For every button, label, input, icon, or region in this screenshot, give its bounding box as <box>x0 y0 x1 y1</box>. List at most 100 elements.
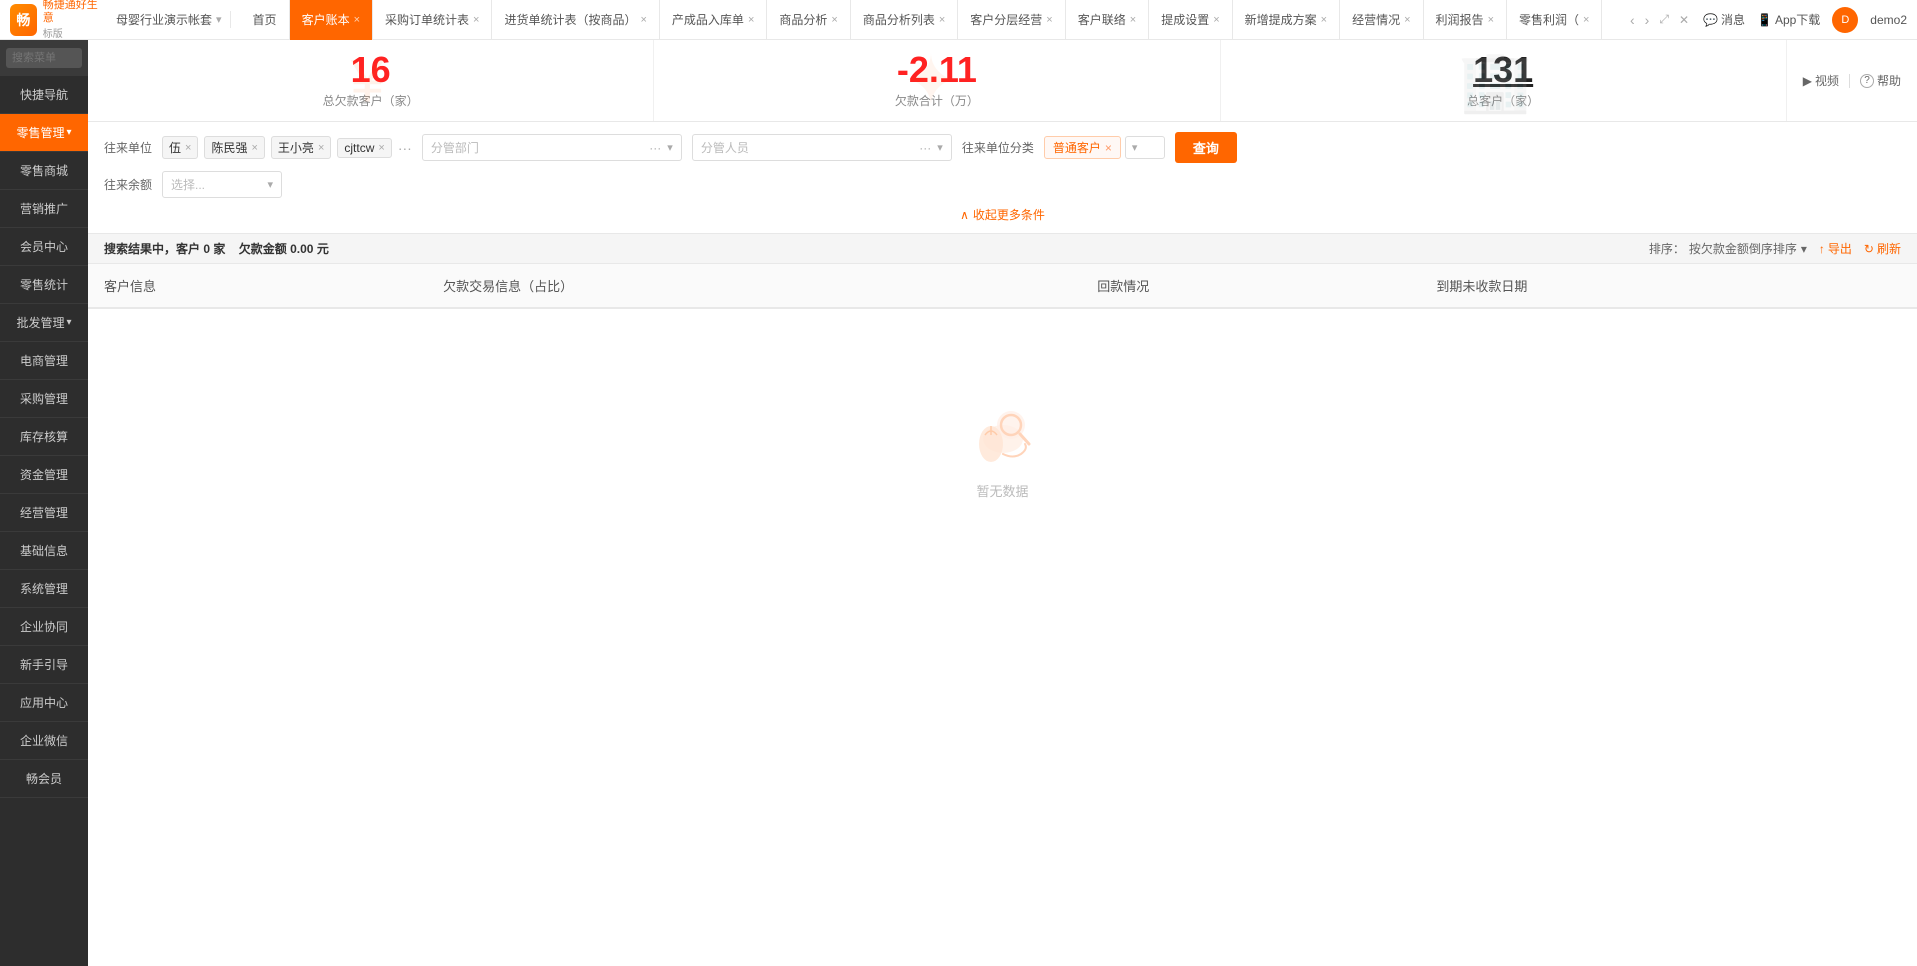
sidebar-item-label-enterprise_wechat: 企业微信 <box>20 734 68 748</box>
top-nav-tab-product_list_analysis[interactable]: 商品分析列表× <box>851 0 958 40</box>
top-bar: 畅 畅捷通好生意 标版 母婴行业演示帐套 ▾ 首页客户账本×采购订单统计表×进货… <box>0 0 1917 40</box>
app-download-btn[interactable]: 📱 App下载 <box>1757 11 1820 28</box>
tab-close-all-btn[interactable]: ✕ <box>1675 11 1693 29</box>
filter-tag-wu-text: 伍 <box>169 139 181 156</box>
sidebar-item-retail_mgmt[interactable]: 零售管理▾ <box>0 114 88 152</box>
video-btn[interactable]: ▶ 视频 <box>1803 72 1839 89</box>
sidebar-search-input[interactable] <box>6 48 82 68</box>
top-nav-tab-customer_contact[interactable]: 客户联络× <box>1066 0 1149 40</box>
tab-close-product_analysis[interactable]: × <box>831 14 837 26</box>
export-icon: ↑ <box>1819 242 1825 256</box>
tab-close-account[interactable]: × <box>354 14 360 26</box>
collapse-more-btn[interactable]: ∧ 收起更多条件 <box>104 206 1901 223</box>
top-nav-tab-account[interactable]: 客户账本× <box>290 0 373 40</box>
filter-tag-cjttcw-remove[interactable]: × <box>378 142 384 154</box>
tab-close-business_status[interactable]: × <box>1404 14 1410 26</box>
sidebar-item-batch_mgmt[interactable]: 批发管理▾ <box>0 304 88 342</box>
top-nav-tab-profit_report[interactable]: 利润报告× <box>1424 0 1507 40</box>
top-nav-tab-purchase_order[interactable]: 采购订单统计表 × <box>373 0 492 40</box>
table-area: 客户信息 欠款交易信息（占比） 回款情况 到期未收款日期 <box>88 264 1917 966</box>
filter-tag-wang-remove[interactable]: × <box>318 142 324 154</box>
filter-category-dropdown[interactable]: ▾ <box>1125 136 1165 159</box>
filter-remain-select[interactable]: 选择... ▾ <box>162 171 282 198</box>
filter-remain-arrow: ▾ <box>267 178 273 191</box>
sidebar-item-label-retail_mall: 零售商城 <box>20 164 68 178</box>
sidebar-item-app_center[interactable]: 应用中心 <box>0 684 88 722</box>
tab-close-profit_report[interactable]: × <box>1488 14 1494 26</box>
tab-label-purchase_order: 采购订单统计表 <box>385 11 469 28</box>
sidebar-item-purchase_mgmt[interactable]: 采购管理 <box>0 380 88 418</box>
top-nav-tab-produce_in[interactable]: 产成品入库单× <box>660 0 767 40</box>
filter-more-btn[interactable]: ··· <box>398 140 412 156</box>
tab-maximize-btn[interactable]: ⤢ <box>1655 10 1673 29</box>
tab-label-customer_segment: 客户分层经营 <box>970 11 1042 28</box>
filter-tag-chen-remove[interactable]: × <box>251 142 257 154</box>
sidebar-item-basic_info[interactable]: 基础信息 <box>0 532 88 570</box>
table-header-row: 客户信息 欠款交易信息（占比） 回款情况 到期未收款日期 <box>88 264 1917 308</box>
app-download-label: App下载 <box>1775 11 1820 28</box>
sidebar-item-retail_stats[interactable]: 零售统计 <box>0 266 88 304</box>
divider <box>1849 74 1850 88</box>
filter-tag-wu-remove[interactable]: × <box>185 142 191 154</box>
sidebar-item-ecommerce_mgmt[interactable]: 电商管理 <box>0 342 88 380</box>
sidebar-item-vip_member[interactable]: 畅会员 <box>0 760 88 798</box>
message-btn[interactable]: 💬 消息 <box>1703 11 1745 28</box>
tab-close-new_promotion[interactable]: × <box>1321 14 1327 26</box>
tab-label-home: 首页 <box>253 11 277 28</box>
help-btn[interactable]: ? 帮助 <box>1860 72 1901 89</box>
tab-close-inventory_stat[interactable]: × <box>640 14 646 26</box>
sidebar-item-enterprise_wechat[interactable]: 企业微信 <box>0 722 88 760</box>
tab-label-retail_profit: 零售利润（ <box>1519 11 1579 28</box>
query-button[interactable]: 查询 <box>1175 132 1237 163</box>
sidebar-item-inventory_check[interactable]: 库存核算 <box>0 418 88 456</box>
tab-close-customer_segment[interactable]: × <box>1046 14 1052 26</box>
sort-select[interactable]: 排序： 按欠款金额倒序排序 ▾ <box>1649 240 1807 257</box>
sidebar-item-marketing[interactable]: 营销推广 <box>0 190 88 228</box>
tab-prev-btn[interactable]: ‹ <box>1626 10 1639 30</box>
filter-dept-select[interactable]: 分管部门 ··· ▾ <box>422 134 682 161</box>
stat-bg-icon-1: ¥ <box>351 46 384 115</box>
user-name[interactable]: demo2 <box>1870 13 1907 27</box>
filter-remain-label: 往来余额 <box>104 176 152 193</box>
top-nav-tab-inventory_stat[interactable]: 进货单统计表（按商品）× <box>492 0 659 40</box>
top-nav-tab-business_status[interactable]: 经营情况 × <box>1340 0 1423 40</box>
filter-bar: 往来单位 伍 × 陈民强 × 王小亮 × cjttcw <box>88 122 1917 234</box>
top-nav-tab-retail_profit[interactable]: 零售利润（ × <box>1507 0 1602 40</box>
sidebar-item-enterprise_coop[interactable]: 企业协同 <box>0 608 88 646</box>
sidebar-item-label-system_mgmt: 系统管理 <box>20 582 68 596</box>
filter-unit-tags: 伍 × 陈民强 × 王小亮 × cjttcw × ··· <box>162 136 412 159</box>
filter-person-select[interactable]: 分管人员 ··· ▾ <box>692 134 952 161</box>
filter-tag-cjttcw: cjttcw × <box>337 138 391 158</box>
top-nav-tab-promotion_settings[interactable]: 提成设置× <box>1149 0 1232 40</box>
tab-label-business_status: 经营情况 <box>1352 11 1400 28</box>
tab-close-promotion_settings[interactable]: × <box>1213 14 1219 26</box>
top-nav-tab-customer_segment[interactable]: 客户分层经营 × <box>958 0 1065 40</box>
sidebar-item-retail_mall[interactable]: 零售商城 <box>0 152 88 190</box>
filter-category-arrow: ▾ <box>1132 141 1138 154</box>
sidebar-item-quick_nav[interactable]: 快捷导航 <box>0 76 88 114</box>
refresh-btn[interactable]: ↻ 刷新 <box>1864 240 1901 257</box>
tab-close-product_list_analysis[interactable]: × <box>939 14 945 26</box>
top-nav-tab-home[interactable]: 首页 <box>241 0 290 40</box>
tab-next-btn[interactable]: › <box>1641 10 1654 30</box>
sidebar-item-newbie_guide[interactable]: 新手引导 <box>0 646 88 684</box>
filter-category-tags: 普通客户 × ▾ <box>1044 136 1165 159</box>
top-nav-tab-product_analysis[interactable]: 商品分析× <box>767 0 850 40</box>
sidebar-item-member_center[interactable]: 会员中心 <box>0 228 88 266</box>
tab-close-customer_contact[interactable]: × <box>1130 14 1136 26</box>
filter-category-label: 往来单位分类 <box>962 139 1034 156</box>
sidebar-item-operations_mgmt[interactable]: 经营管理 <box>0 494 88 532</box>
tab-close-retail_profit[interactable]: × <box>1583 14 1589 26</box>
tab-close-purchase_order[interactable]: × <box>473 14 479 26</box>
avatar[interactable]: D <box>1832 7 1858 33</box>
collapse-label: 收起更多条件 <box>973 206 1045 223</box>
account-dropdown[interactable]: 母婴行业演示帐套 ▾ <box>108 11 231 28</box>
sidebar-item-label-marketing: 营销推广 <box>20 202 68 216</box>
refresh-icon: ↻ <box>1864 242 1874 256</box>
sidebar-item-capital_mgmt[interactable]: 资金管理 <box>0 456 88 494</box>
top-nav-tab-new_promotion[interactable]: 新增提成方案× <box>1233 0 1340 40</box>
sidebar-item-system_mgmt[interactable]: 系统管理 <box>0 570 88 608</box>
tab-close-produce_in[interactable]: × <box>748 14 754 26</box>
filter-type-tag-remove[interactable]: × <box>1105 141 1112 155</box>
export-btn[interactable]: ↑ 导出 <box>1819 240 1852 257</box>
